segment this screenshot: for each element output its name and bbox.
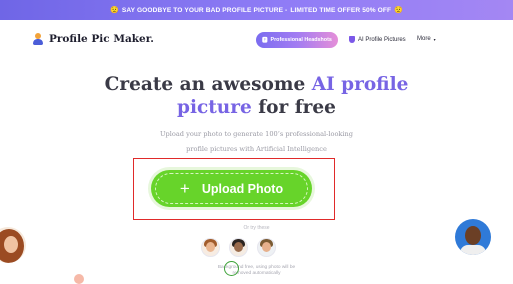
- promo-banner[interactable]: 😟 SAY GOODBYE TO YOUR BAD PROFILE PICTUR…: [0, 0, 513, 20]
- promo-text: SAY GOODBYE TO YOUR BAD PROFILE PICTURE …: [121, 6, 288, 14]
- brand-logo[interactable]: Profile Pic Maker.: [33, 33, 154, 45]
- ai-profile-pictures-link[interactable]: AI Profile Pictures: [349, 36, 406, 43]
- title-text: Create an awesome: [104, 74, 312, 95]
- sad-face-icon: 😟: [110, 7, 119, 14]
- sad-face-icon: 😟: [394, 7, 403, 14]
- title-accent: picture: [177, 97, 252, 118]
- upload-photo-button[interactable]: + Upload Photo: [151, 170, 312, 207]
- dashed-border: [155, 173, 308, 204]
- page-subtitle: Upload your photo to generate 100’s prof…: [0, 127, 513, 157]
- more-label: More: [417, 36, 431, 42]
- brand-name: Profile Pic Maker.: [49, 33, 154, 45]
- promo-offer: LIMITED TIME OFFER 50% OFF: [290, 6, 392, 14]
- ai-profile-pictures-label: AI Profile Pictures: [358, 36, 406, 43]
- decorative-dot: [74, 274, 84, 284]
- sample-photo-man[interactable]: [257, 238, 276, 257]
- page-title: Create an awesome AI profile picture for…: [0, 73, 513, 119]
- sample-photo-woman[interactable]: [201, 238, 220, 257]
- note-line: removed automatically: [232, 271, 281, 276]
- subtitle-line: profile pictures with Artificial Intelli…: [186, 145, 327, 153]
- professional-headshots-button[interactable]: 🅿 Professional Headshots: [256, 32, 338, 48]
- professional-headshots-label: Professional Headshots: [270, 37, 332, 43]
- headshot-icon: 🅿: [262, 38, 268, 44]
- top-navigation: Profile Pic Maker. 🅿 Professional Headsh…: [0, 20, 513, 60]
- subtitle-line: Upload your photo to generate 100’s prof…: [160, 130, 353, 138]
- title-accent: AI profile: [311, 74, 409, 95]
- sample-photo-man[interactable]: [229, 238, 248, 257]
- cursor-indicator: [224, 261, 239, 276]
- decorative-avatar-woman: [0, 227, 26, 263]
- decorative-avatar-man: [455, 219, 491, 255]
- sample-caption: Or try these: [243, 225, 270, 231]
- person-icon: [33, 33, 43, 45]
- chevron-down-icon: ▾: [433, 36, 436, 42]
- more-menu[interactable]: More ▾: [417, 36, 436, 42]
- shield-icon: [349, 36, 355, 43]
- title-text: for free: [251, 97, 336, 118]
- sample-photos: [201, 238, 276, 257]
